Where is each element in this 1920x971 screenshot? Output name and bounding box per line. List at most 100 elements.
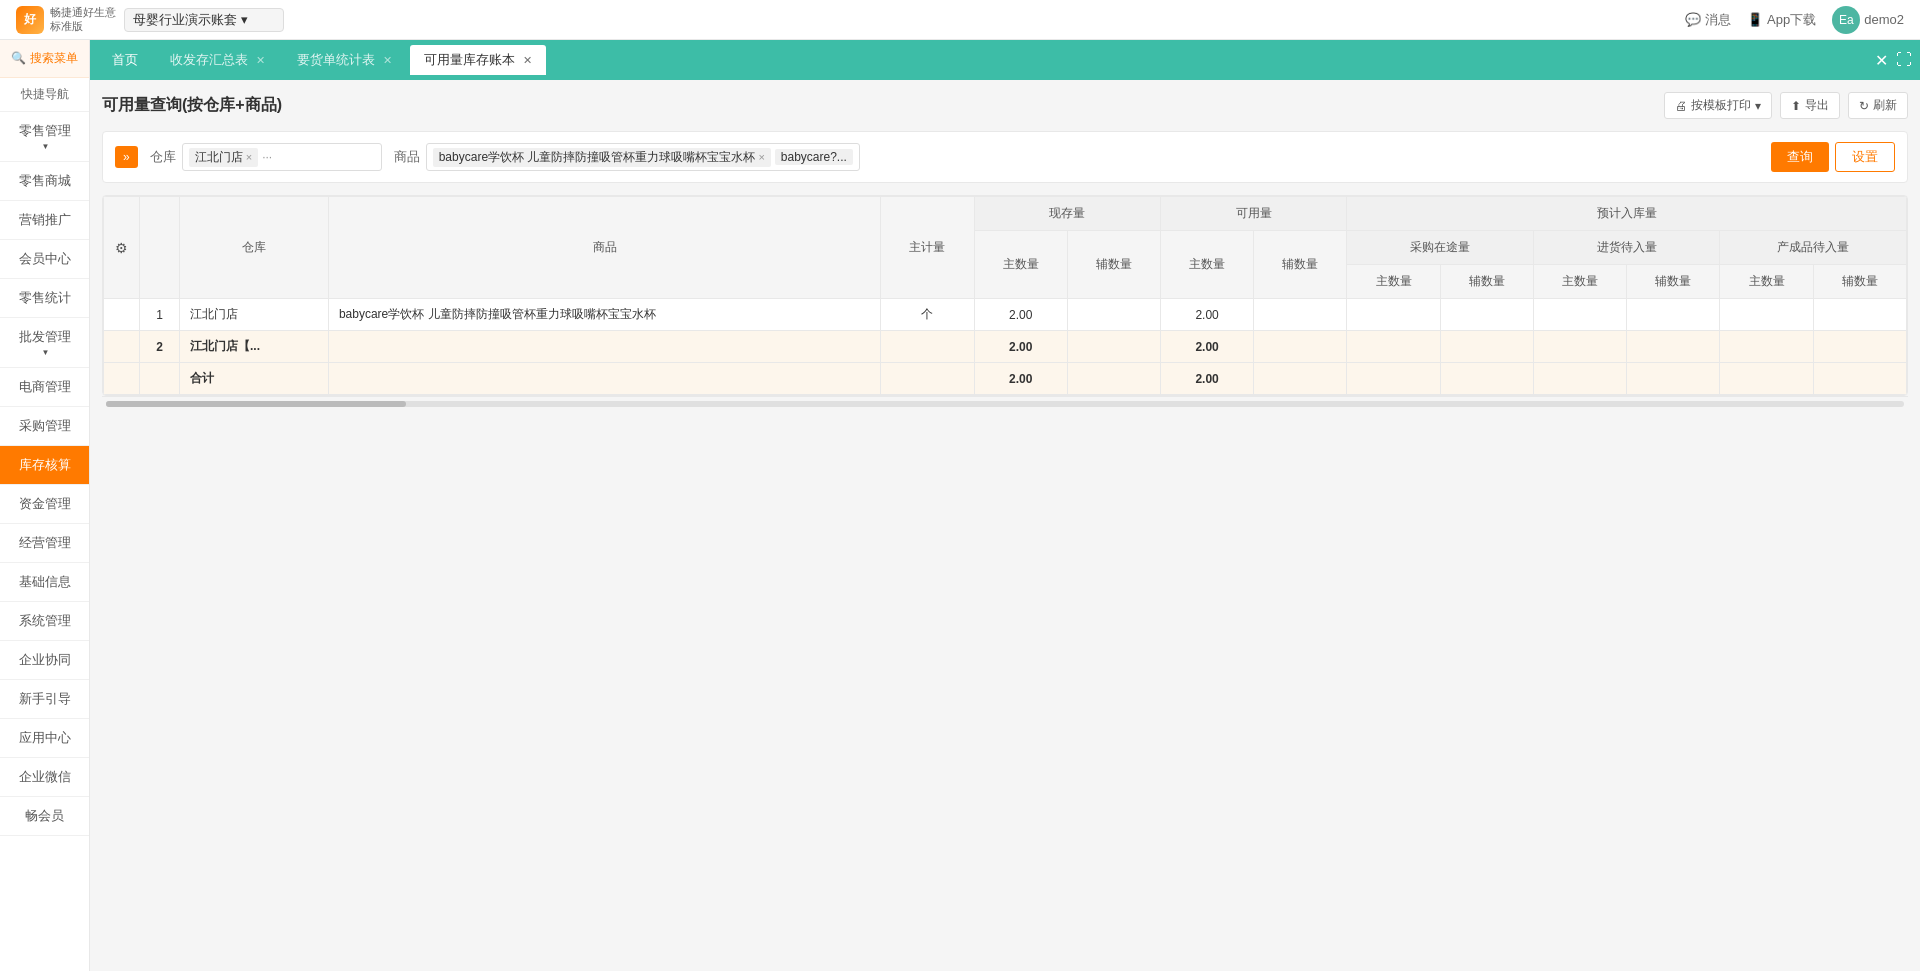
message-action[interactable]: 💬 消息: [1685, 11, 1731, 29]
tf-pending-main: [1533, 363, 1626, 395]
th-avail-aux: 辅数量: [1254, 231, 1347, 299]
tab-close-receipts[interactable]: ✕: [256, 54, 265, 67]
sidebar-item-enterprise[interactable]: 企业协同: [0, 641, 89, 680]
sidebar-item-operations[interactable]: 经营管理: [0, 524, 89, 563]
top-bar-left: 好 畅捷通好生意 标准版 母婴行业演示账套 ▾: [16, 6, 284, 34]
th-available: 可用量: [1161, 197, 1347, 231]
product-tag-0: babycare学饮杯 儿童防摔防撞吸管杯重力球吸嘴杯宝宝水杯 ×: [433, 148, 771, 167]
message-icon: 💬: [1685, 12, 1701, 27]
refresh-icon: ↻: [1859, 99, 1869, 113]
sidebar-item-appcenter[interactable]: 应用中心: [0, 719, 89, 758]
sidebar-item-inventory[interactable]: 库存核算: [0, 446, 89, 485]
tab-maximize-btn[interactable]: ⛶: [1896, 51, 1912, 70]
td-no-2: 2: [140, 331, 180, 363]
chevron-down-icon: ▾: [241, 12, 248, 27]
warehouse-more-btn[interactable]: ···: [262, 150, 272, 164]
th-pending-inbound: 进货待入量: [1533, 231, 1719, 265]
page-area: 可用量查询(按仓库+商品) 🖨 按模板打印 ▾ ⬆ 导出 ↻ 刷新: [90, 80, 1920, 971]
sidebar-item-retail-mgmt[interactable]: 零售管理: [0, 112, 89, 162]
product-tag-close-0[interactable]: ×: [758, 151, 764, 163]
th-settings[interactable]: ⚙: [104, 197, 140, 299]
sidebar-item-newbie[interactable]: 新手引导: [0, 680, 89, 719]
warehouse-label: 仓库: [150, 148, 176, 166]
td-pending-aux: [1627, 299, 1720, 331]
td-prod-aux: [1813, 299, 1906, 331]
page-header: 可用量查询(按仓库+商品) 🖨 按模板打印 ▾ ⬆ 导出 ↻ 刷新: [102, 92, 1908, 119]
td-no: 1: [140, 299, 180, 331]
th-planned-in: 预计入库量: [1347, 197, 1907, 231]
table-container: ⚙ 仓库 商品 主计量 现存量 可用量 预计入库量 主数量 辅数: [102, 195, 1908, 396]
tab-bar-actions: ✕ ⛶: [1875, 51, 1912, 70]
sidebar-item-wholesale-mgmt[interactable]: 批发管理: [0, 318, 89, 368]
th-purchase-main: 主数量: [1347, 265, 1440, 299]
th-prod-main: 主数量: [1720, 265, 1813, 299]
td-avail-aux-2: [1254, 331, 1347, 363]
td-avail-main-2: 2.00: [1161, 331, 1254, 363]
tab-receipts[interactable]: 收发存汇总表 ✕: [156, 45, 279, 75]
td-stock-main-2: 2.00: [974, 331, 1067, 363]
th-stock-main: 主数量: [974, 231, 1067, 299]
th-product: 商品: [328, 197, 880, 299]
td-main-unit: 个: [881, 299, 974, 331]
sidebar-item-marketing[interactable]: 营销推广: [0, 201, 89, 240]
td-purchase-main-2: [1347, 331, 1440, 363]
query-btn[interactable]: 查询: [1771, 142, 1829, 172]
tab-close-available[interactable]: ✕: [523, 54, 532, 67]
td-avail-main: 2.00: [1161, 299, 1254, 331]
sidebar-item-retail-stats[interactable]: 零售统计: [0, 279, 89, 318]
tf-main-unit: [881, 363, 974, 395]
sidebar-item-ecommerce[interactable]: 电商管理: [0, 368, 89, 407]
filter-expand-btn[interactable]: »: [115, 146, 138, 168]
tf-product: [328, 363, 880, 395]
tab-available[interactable]: 可用量库存账本 ✕: [410, 45, 546, 75]
scroll-track[interactable]: [106, 401, 1904, 407]
tab-requisition[interactable]: 要货单统计表 ✕: [283, 45, 406, 75]
th-prod-aux: 辅数量: [1813, 265, 1906, 299]
refresh-btn[interactable]: ↻ 刷新: [1848, 92, 1908, 119]
scroll-thumb[interactable]: [106, 401, 406, 407]
tf-settings: [104, 363, 140, 395]
filter-area: » 仓库 江北门店 × ··· 商品 babycare: [102, 131, 1908, 183]
org-selector[interactable]: 母婴行业演示账套 ▾: [124, 8, 284, 32]
product-tag-area[interactable]: babycare学饮杯 儿童防摔防撞吸管杯重力球吸嘴杯宝宝水杯 × babyca…: [426, 143, 860, 171]
main-content: 首页 收发存汇总表 ✕ 要货单统计表 ✕ 可用量库存账本 ✕ ✕ ⛶: [90, 40, 1920, 971]
sidebar-item-system[interactable]: 系统管理: [0, 602, 89, 641]
tf-stock-aux: [1067, 363, 1160, 395]
tab-close-requisition[interactable]: ✕: [383, 54, 392, 67]
sidebar-item-retail-mall[interactable]: 零售商城: [0, 162, 89, 201]
main-layout: 🔍 搜索菜单 快捷导航 零售管理 零售商城 营销推广 会员中心 零售统计 批发管…: [0, 40, 1920, 971]
product-filter-group: 商品 babycare学饮杯 儿童防摔防撞吸管杯重力球吸嘴杯宝宝水杯 × bab…: [394, 143, 860, 171]
export-btn[interactable]: ⬆ 导出: [1780, 92, 1840, 119]
th-production-pending: 产成品待入量: [1720, 231, 1907, 265]
tf-avail-main: 2.00: [1161, 363, 1254, 395]
th-purchase-aux: 辅数量: [1440, 265, 1533, 299]
sidebar-search[interactable]: 🔍 搜索菜单: [0, 40, 89, 78]
sidebar-item-member[interactable]: 会员中心: [0, 240, 89, 279]
sidebar-quick-nav[interactable]: 快捷导航: [0, 78, 89, 112]
sidebar-item-finance[interactable]: 资金管理: [0, 485, 89, 524]
tab-home[interactable]: 首页: [98, 45, 152, 75]
tf-purchase-aux: [1440, 363, 1533, 395]
th-main-unit: 主计量: [881, 197, 974, 299]
td-pending-main-2: [1533, 331, 1626, 363]
tab-close-all-btn[interactable]: ✕: [1875, 51, 1888, 70]
warehouse-tag-close-0[interactable]: ×: [246, 151, 252, 163]
app-download-action[interactable]: 📱 App下载: [1747, 11, 1816, 29]
sidebar-item-vip[interactable]: 畅会员: [0, 797, 89, 836]
settings-btn[interactable]: 设置: [1835, 142, 1895, 172]
search-icon: 🔍: [11, 51, 26, 65]
sidebar-item-basics[interactable]: 基础信息: [0, 563, 89, 602]
sidebar-item-wechat[interactable]: 企业微信: [0, 758, 89, 797]
gear-icon[interactable]: ⚙: [115, 240, 128, 256]
template-print-btn[interactable]: 🖨 按模板打印 ▾: [1664, 92, 1772, 119]
sidebar: 🔍 搜索菜单 快捷导航 零售管理 零售商城 营销推广 会员中心 零售统计 批发管…: [0, 40, 90, 971]
td-stock-aux: [1067, 299, 1160, 331]
sidebar-item-purchase[interactable]: 采购管理: [0, 407, 89, 446]
page-actions: 🖨 按模板打印 ▾ ⬆ 导出 ↻ 刷新: [1664, 92, 1908, 119]
logo-icon: 好: [16, 6, 44, 34]
data-table: ⚙ 仓库 商品 主计量 现存量 可用量 预计入库量 主数量 辅数: [103, 196, 1907, 395]
user-profile[interactable]: Ea demo2: [1832, 6, 1904, 34]
table-row: 1 江北门店 babycare学饮杯 儿童防摔防撞吸管杯重力球吸嘴杯宝宝水杯 个…: [104, 299, 1907, 331]
warehouse-tag-area[interactable]: 江北门店 × ···: [182, 143, 382, 171]
td-main-unit-2: [881, 331, 974, 363]
